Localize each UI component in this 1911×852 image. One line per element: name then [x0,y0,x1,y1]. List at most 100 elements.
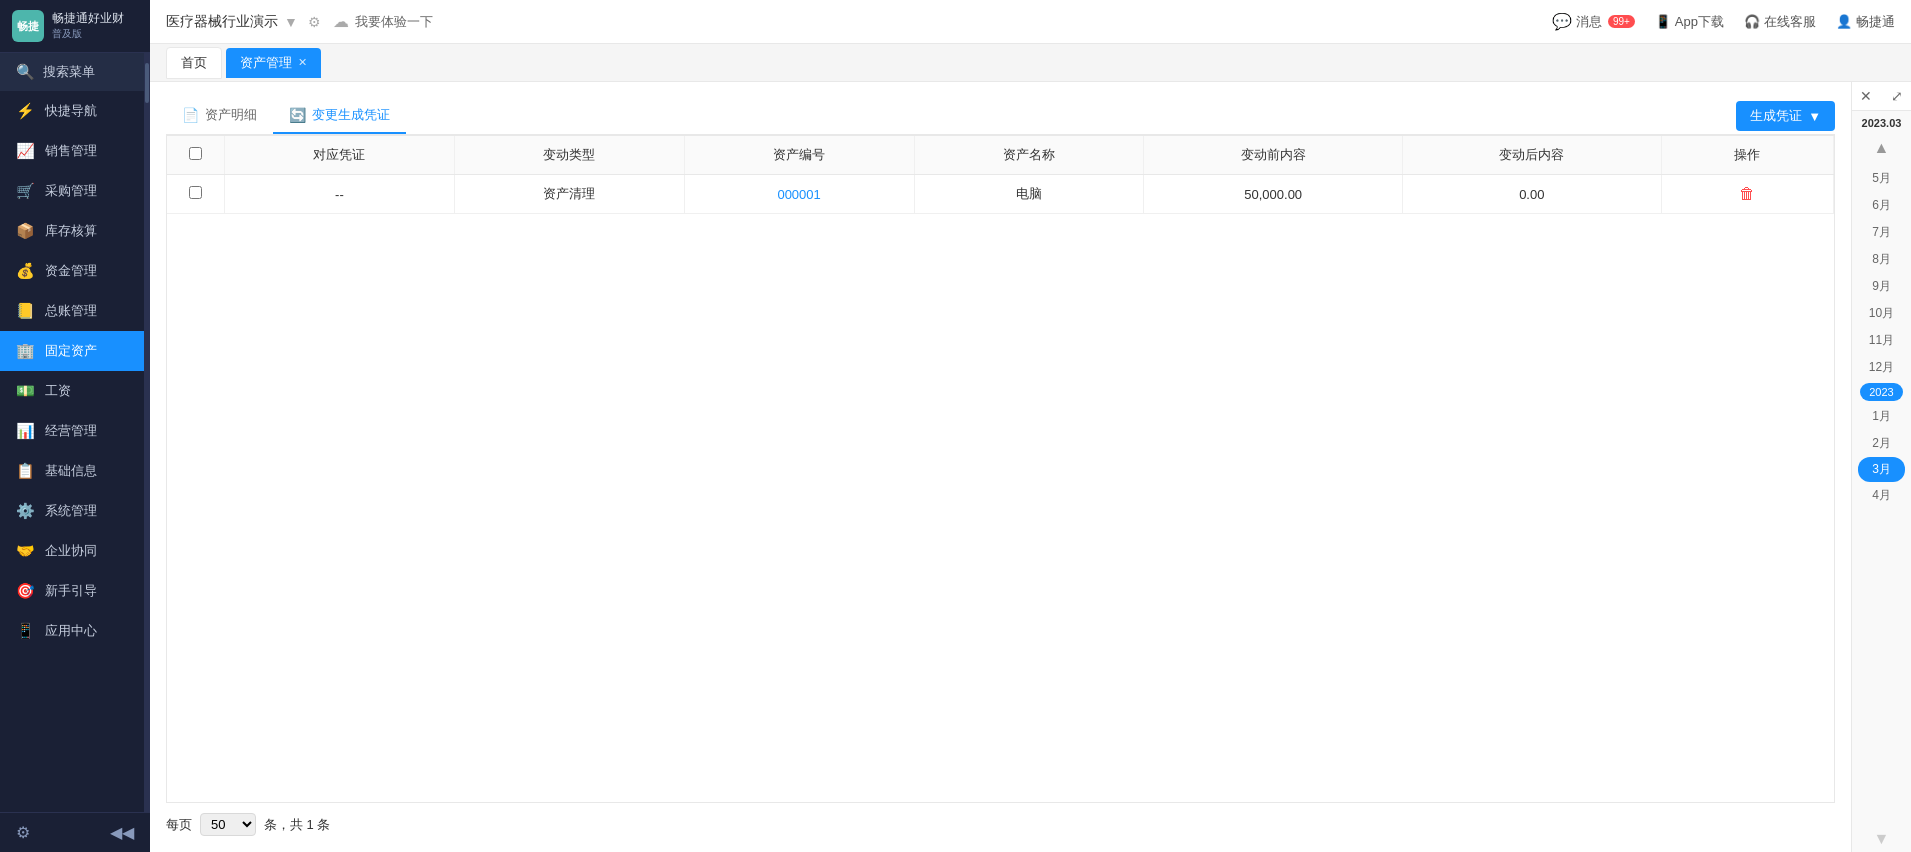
right-panel-header: ✕ ⤢ [1852,82,1911,111]
sidebar-item-enterprise[interactable]: 🤝 企业协同 [0,531,144,571]
messages-button[interactable]: 💬 消息 99+ [1552,12,1635,31]
user-icon: 👤 [1836,14,1852,29]
experience-button[interactable]: ☁ 我要体验一下 [333,12,433,31]
tab-asset-mgmt[interactable]: 资产管理 ✕ [226,48,321,78]
guide-icon: 🎯 [16,582,35,600]
month-11[interactable]: 11月 [1852,327,1911,354]
row-after: 0.00 [1402,175,1661,214]
change-voucher-icon: 🔄 [289,107,306,123]
month-7[interactable]: 7月 [1852,219,1911,246]
row-select-cell [167,175,224,214]
month-12[interactable]: 12月 [1852,354,1911,381]
right-panel-close-icon[interactable]: ✕ [1860,88,1872,104]
sidebar-item-label: 采购管理 [45,182,97,200]
settings-button[interactable]: ⚙ [308,14,321,30]
sidebar-item-purchase[interactable]: 🛒 采购管理 [0,171,144,211]
sidebar-item-label: 固定资产 [45,342,97,360]
sidebar-item-label: 系统管理 [45,502,97,520]
company-name: 医疗器械行业演示 [166,13,278,31]
sidebar-item-label: 总账管理 [45,302,97,320]
row-checkbox[interactable] [189,186,202,199]
operations-icon: 📊 [16,422,35,440]
sales-icon: 📈 [16,142,35,160]
row-type: 资产清理 [454,175,684,214]
page-size-label: 每页 [166,816,192,834]
year-month-display: 2023.03 [1852,111,1911,135]
settings-icon[interactable]: ⚙ [16,823,30,842]
generate-voucher-button[interactable]: 生成凭证 ▼ [1736,101,1835,131]
sub-tabs: 📄 资产明细 🔄 变更生成凭证 [166,98,406,134]
tab-asset-mgmt-label: 资产管理 [240,54,292,72]
month-9[interactable]: 9月 [1852,273,1911,300]
sidebar-search[interactable]: 🔍 搜索菜单 [0,53,144,91]
user-account[interactable]: 👤 畅捷通 [1836,13,1895,31]
col-header-code: 资产编号 [684,136,914,175]
collapse-icon[interactable]: ◀◀ [110,823,134,842]
generate-voucher-label: 生成凭证 [1750,107,1802,125]
basic-info-icon: 📋 [16,462,35,480]
col-header-after: 变动后内容 [1402,136,1661,175]
messages-badge: 99+ [1608,15,1635,28]
chevron-down-icon[interactable]: ▼ [284,14,298,30]
sidebar-item-basic-info[interactable]: 📋 基础信息 [0,451,144,491]
system-icon: ⚙️ [16,502,35,520]
tab-home-label: 首页 [181,54,207,72]
topbar: 医疗器械行业演示 ▼ ⚙ ☁ 我要体验一下 💬 消息 99+ 📱 App下载 🎧… [150,0,1911,44]
sidebar-item-operations[interactable]: 📊 经营管理 [0,411,144,451]
sidebar-item-funds[interactable]: 💰 资金管理 [0,251,144,291]
download-icon: 📱 [1655,14,1671,29]
row-name: 电脑 [914,175,1144,214]
sidebar-search-label: 搜索菜单 [43,63,95,81]
month-2023-2[interactable]: 2月 [1852,430,1911,457]
sidebar-item-label: 工资 [45,382,71,400]
payroll-icon: 💵 [16,382,35,400]
sidebar-item-label: 新手引导 [45,582,97,600]
page-size-select[interactable]: 50 10 20 100 [200,813,256,836]
online-service-label: 在线客服 [1764,13,1816,31]
data-table: 对应凭证 变动类型 资产编号 资产名称 [166,135,1835,803]
tab-close-icon[interactable]: ✕ [298,56,307,69]
month-8[interactable]: 8月 [1852,246,1911,273]
sub-tab-asset-detail[interactable]: 📄 资产明细 [166,98,273,134]
col-header-action: 操作 [1661,136,1833,175]
nav-tabs: 首页 资产管理 ✕ [150,44,1911,82]
col-header-type: 变动类型 [454,136,684,175]
tab-home[interactable]: 首页 [166,47,222,79]
month-2023-1[interactable]: 1月 [1852,403,1911,430]
ledger-icon: 📒 [16,302,35,320]
year-2023-badge[interactable]: 2023 [1860,383,1903,401]
sidebar-item-ledger[interactable]: 📒 总账管理 [0,291,144,331]
sidebar-item-payroll[interactable]: 💵 工资 [0,371,144,411]
month-5[interactable]: 5月 [1852,165,1911,192]
scroll-down-button[interactable]: ▼ [1852,826,1911,852]
sub-tab-change-voucher-label: 变更生成凭证 [312,106,390,124]
app-center-icon: 📱 [16,622,35,640]
month-6[interactable]: 6月 [1852,192,1911,219]
sidebar-item-app-center[interactable]: 📱 应用中心 [0,611,144,651]
username-label: 畅捷通 [1856,13,1895,31]
sidebar-item-system[interactable]: ⚙️ 系统管理 [0,491,144,531]
sidebar-item-inventory[interactable]: 📦 库存核算 [0,211,144,251]
sidebar-item-quicknav[interactable]: ⚡ 快捷导航 [0,91,144,131]
main-area: 医疗器械行业演示 ▼ ⚙ ☁ 我要体验一下 💬 消息 99+ 📱 App下载 🎧… [150,0,1911,852]
sidebar-item-guide[interactable]: 🎯 新手引导 [0,571,144,611]
sidebar-item-label: 基础信息 [45,462,97,480]
company-title: 医疗器械行业演示 ▼ ⚙ [166,13,321,31]
app-download-button[interactable]: 📱 App下载 [1655,13,1724,31]
table-row: -- 资产清理 000001 电脑 50,000.00 0.00 🗑 [167,175,1834,214]
delete-row-icon[interactable]: 🗑 [1739,185,1755,202]
select-all-cell [167,136,224,175]
sidebar-item-fixed-assets[interactable]: 🏢 固定资产 [0,331,144,371]
content-area: 📄 资产明细 🔄 变更生成凭证 生成凭证 ▼ [150,82,1911,852]
sub-tab-asset-detail-label: 资产明细 [205,106,257,124]
month-2023-4[interactable]: 4月 [1852,482,1911,509]
sidebar-logo: 畅捷 畅捷通好业财 普及版 [0,0,150,53]
scroll-up-button[interactable]: ▲ [1852,135,1911,161]
month-2023-3[interactable]: 3月 [1858,457,1905,482]
select-all-checkbox[interactable] [189,147,202,160]
right-panel-expand-icon[interactable]: ⤢ [1891,88,1903,104]
sub-tab-change-voucher[interactable]: 🔄 变更生成凭证 [273,98,406,134]
online-service-button[interactable]: 🎧 在线客服 [1744,13,1816,31]
month-10[interactable]: 10月 [1852,300,1911,327]
sidebar-item-sales[interactable]: 📈 销售管理 [0,131,144,171]
